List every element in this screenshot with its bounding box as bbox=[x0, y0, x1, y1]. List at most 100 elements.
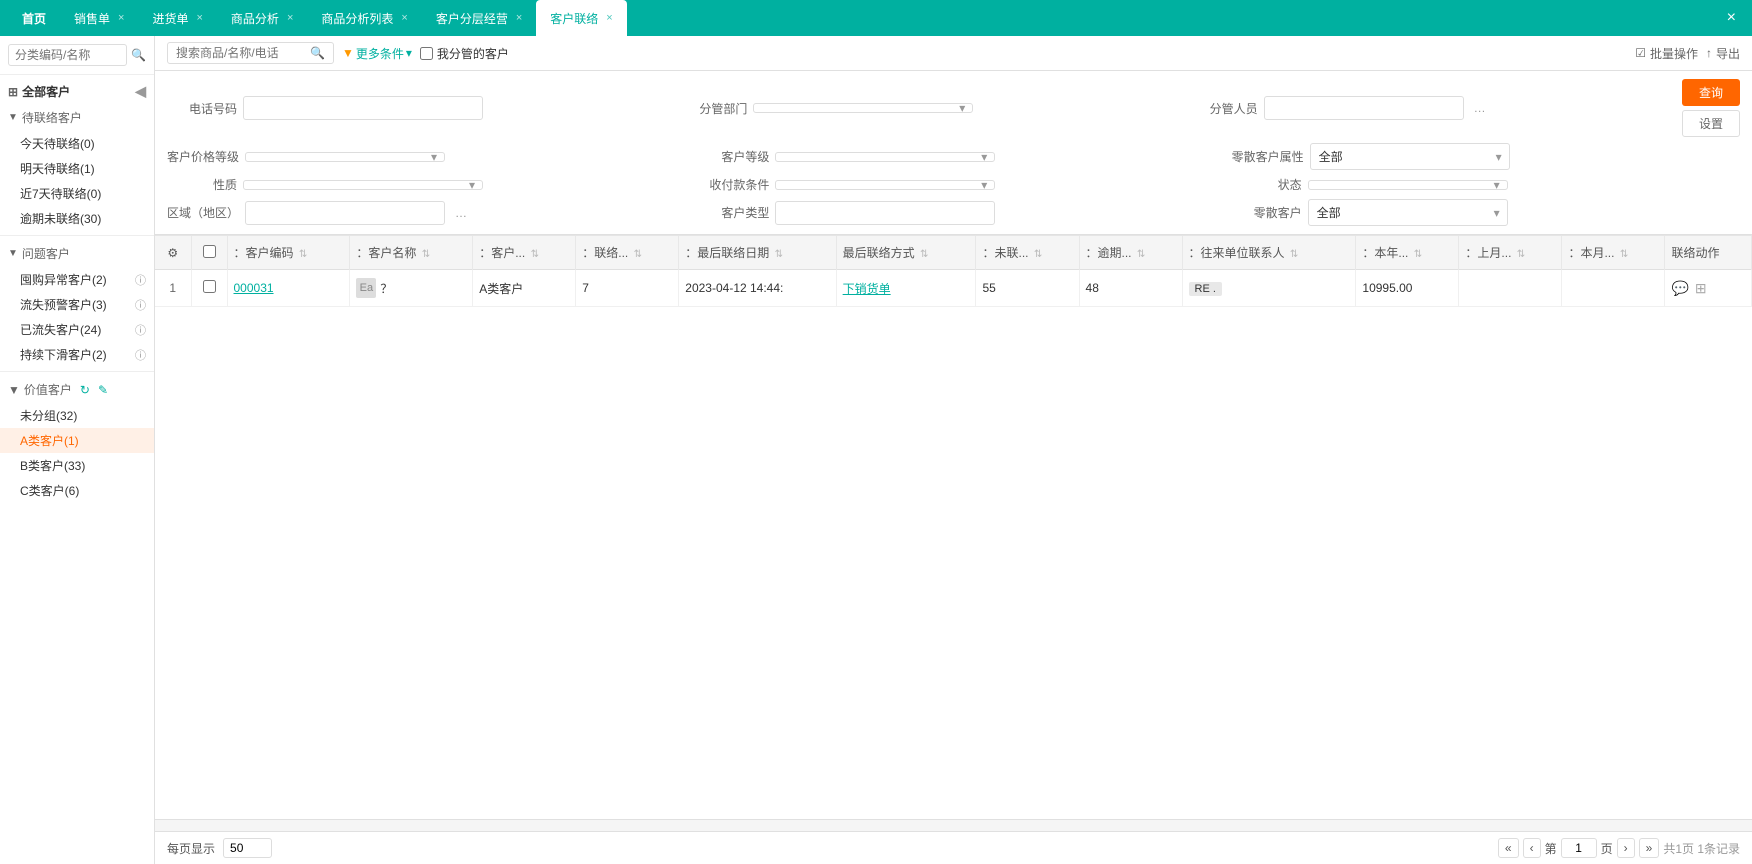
nav-sales[interactable]: 销售单 × bbox=[60, 0, 138, 36]
sidebar-item-a-class[interactable]: A类客户(1) bbox=[0, 428, 154, 453]
row-last-method[interactable]: 下销货单 bbox=[836, 270, 976, 307]
sidebar-collapse-icon[interactable]: ◀ bbox=[135, 83, 146, 100]
row-checkbox[interactable] bbox=[203, 280, 216, 293]
region-dots[interactable]: … bbox=[455, 206, 467, 220]
first-page-btn[interactable]: « bbox=[1498, 838, 1519, 858]
customer-level-wrap[interactable] bbox=[775, 152, 995, 162]
col-overdue[interactable]: ：逾期... ⇅ bbox=[1079, 236, 1182, 270]
per-page-select[interactable]: 50 20 100 200 bbox=[223, 838, 272, 858]
qr-icon[interactable]: ⊞ bbox=[1695, 280, 1707, 297]
customer-type-input[interactable] bbox=[775, 201, 995, 225]
query-button[interactable]: 查询 bbox=[1682, 79, 1740, 106]
region-input[interactable] bbox=[245, 201, 445, 225]
col-last-date[interactable]: ：最后联络日期 ⇅ bbox=[679, 236, 836, 270]
price-level-select[interactable] bbox=[245, 152, 445, 162]
sidebar-search-icon[interactable]: 🔍 bbox=[131, 48, 146, 62]
sidebar-item-c-class[interactable]: C类客户(6) bbox=[0, 478, 154, 503]
my-customers-checkbox[interactable] bbox=[420, 47, 433, 60]
section-arrow: ▼ bbox=[8, 112, 18, 123]
close-all-button[interactable]: × bbox=[1719, 9, 1744, 27]
col-no-contact[interactable]: ：未联... ⇅ bbox=[976, 236, 1079, 270]
row-code[interactable]: 000031 bbox=[227, 270, 350, 307]
col-contact-person[interactable]: ：往来单位联系人 ⇅ bbox=[1182, 236, 1356, 270]
horizontal-scrollbar[interactable] bbox=[155, 819, 1752, 831]
nav-customer-contact[interactable]: 客户联络 × bbox=[536, 0, 626, 36]
goods-list-close[interactable]: × bbox=[401, 12, 407, 24]
sales-close[interactable]: × bbox=[118, 12, 124, 24]
sidebar-item-today[interactable]: 今天待联络(0) bbox=[0, 131, 154, 156]
col-level[interactable]: ：客户... ⇅ bbox=[473, 236, 576, 270]
customer-contact-close[interactable]: × bbox=[606, 12, 612, 24]
dept-select-wrap[interactable] bbox=[753, 103, 973, 113]
sort-icon-no-contact: ⇅ bbox=[1034, 249, 1042, 260]
col-this-year[interactable]: ：本年... ⇅ bbox=[1356, 236, 1459, 270]
nature-select[interactable] bbox=[243, 180, 483, 190]
payment-select[interactable] bbox=[775, 180, 995, 190]
retail-attr-wrap[interactable]: 全部 bbox=[1310, 143, 1510, 170]
row-checkbox-cell[interactable] bbox=[191, 270, 227, 307]
col-code[interactable]: ：客户编码 ⇅ bbox=[227, 236, 350, 270]
export-btn[interactable]: ↑ 导出 bbox=[1706, 45, 1740, 62]
phone-input[interactable] bbox=[243, 96, 483, 120]
retail-customer-wrap[interactable]: 全部 bbox=[1308, 199, 1508, 226]
purchase-close[interactable]: × bbox=[196, 12, 202, 24]
refresh-icon[interactable]: ↻ bbox=[80, 383, 90, 397]
sidebar-item-7days[interactable]: 近7天待联络(0) bbox=[0, 181, 154, 206]
sidebar-item-churned[interactable]: 已流失客户(24) ⓘ bbox=[0, 317, 154, 342]
nav-goods-analysis-list[interactable]: 商品分析列表 × bbox=[307, 0, 421, 36]
manager-dots[interactable]: … bbox=[1474, 101, 1486, 115]
nav-home[interactable]: 首页 bbox=[8, 0, 60, 36]
nav-purchase[interactable]: 进货单 × bbox=[138, 0, 216, 36]
sidebar-item-hoarding[interactable]: 囤购异常客户(2) ⓘ bbox=[0, 267, 154, 292]
settings-gear-icon[interactable]: ⚙ bbox=[167, 246, 178, 260]
status-wrap[interactable] bbox=[1308, 180, 1508, 190]
sidebar-item-tomorrow[interactable]: 明天待联络(1) bbox=[0, 156, 154, 181]
batch-op-btn[interactable]: ☑ 批量操作 bbox=[1635, 45, 1698, 62]
col-contact-num[interactable]: ：联络... ⇅ bbox=[576, 236, 679, 270]
comment-icon[interactable]: 💬 bbox=[1671, 280, 1688, 297]
a-class-label: A类客户(1) bbox=[20, 432, 79, 449]
sidebar-item-ungrouped[interactable]: 未分组(32) bbox=[0, 403, 154, 428]
next-page-btn[interactable]: › bbox=[1617, 838, 1635, 858]
section-pending-contact[interactable]: ▼ 待联络客户 bbox=[0, 104, 154, 131]
last-method-link[interactable]: 下销货单 bbox=[843, 282, 891, 296]
goods-analysis-close[interactable]: × bbox=[287, 12, 293, 24]
nav-goods-analysis[interactable]: 商品分析 × bbox=[217, 0, 307, 36]
manager-input[interactable] bbox=[1264, 96, 1464, 120]
all-customers-header[interactable]: ⊞ 全部客户 ◀ bbox=[0, 75, 154, 104]
payment-wrap[interactable] bbox=[775, 180, 995, 190]
customer-segment-close[interactable]: × bbox=[516, 12, 522, 24]
prev-page-btn[interactable]: ‹ bbox=[1523, 838, 1541, 858]
col-this-month[interactable]: ：本月... ⇅ bbox=[1562, 236, 1665, 270]
retail-customer-select[interactable]: 全部 bbox=[1308, 199, 1508, 226]
col-checkbox[interactable] bbox=[191, 236, 227, 270]
nav-customer-segment[interactable]: 客户分层经营 × bbox=[422, 0, 536, 36]
col-settings[interactable]: ⚙ bbox=[155, 236, 191, 270]
code-link[interactable]: 000031 bbox=[234, 281, 274, 295]
price-level-wrap[interactable] bbox=[245, 152, 445, 162]
status-select[interactable] bbox=[1308, 180, 1508, 190]
sidebar-search-input[interactable] bbox=[8, 44, 127, 66]
page-number-input[interactable] bbox=[1561, 838, 1597, 858]
settings-button[interactable]: 设置 bbox=[1682, 110, 1740, 137]
section-problem-customers[interactable]: ▼ 问题客户 bbox=[0, 240, 154, 267]
sidebar-item-churn-warning[interactable]: 流失预警客户(3) ⓘ bbox=[0, 292, 154, 317]
search-icon-main[interactable]: 🔍 bbox=[310, 46, 325, 60]
dept-select[interactable] bbox=[753, 103, 973, 113]
section-value-customers[interactable]: ▼ 价值客户 ↻ ✎ bbox=[0, 376, 154, 403]
customer-level-select[interactable] bbox=[775, 152, 995, 162]
select-all-checkbox[interactable] bbox=[203, 245, 216, 258]
col-last-month[interactable]: ：上月... ⇅ bbox=[1459, 236, 1562, 270]
sidebar-item-overdue[interactable]: 逾期未联络(30) bbox=[0, 206, 154, 231]
nature-wrap[interactable] bbox=[243, 180, 483, 190]
sidebar-item-declining[interactable]: 持续下滑客户(2) ⓘ bbox=[0, 342, 154, 367]
retail-attr-select[interactable]: 全部 bbox=[1310, 143, 1510, 170]
main-search-input[interactable] bbox=[176, 46, 306, 60]
col-name[interactable]: ：客户名称 ⇅ bbox=[350, 236, 473, 270]
last-page-btn[interactable]: » bbox=[1639, 838, 1660, 858]
sidebar-item-b-class[interactable]: B类客户(33) bbox=[0, 453, 154, 478]
more-filters-btn[interactable]: ▼ 更多条件 ▾ bbox=[342, 45, 412, 62]
my-customers-checkbox-wrap[interactable]: 我分管的客户 bbox=[420, 45, 509, 62]
edit-icon[interactable]: ✎ bbox=[98, 383, 108, 397]
col-last-method[interactable]: 最后联络方式 ⇅ bbox=[836, 236, 976, 270]
